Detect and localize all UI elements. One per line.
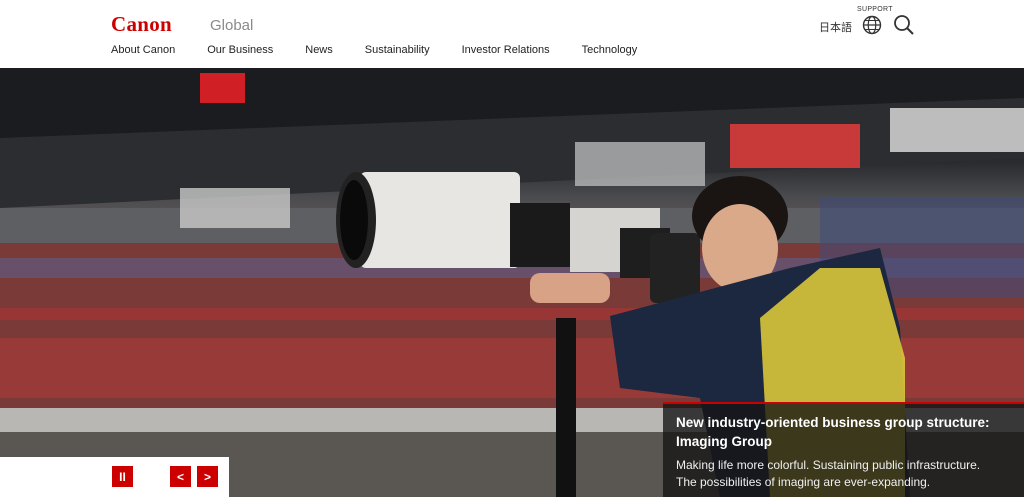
next-slide-button[interactable]: > bbox=[197, 466, 218, 487]
canon-logo[interactable]: Canon bbox=[111, 12, 172, 37]
prev-slide-button[interactable]: < bbox=[170, 466, 191, 487]
main-nav: About Canon Our Business News Sustainabi… bbox=[111, 44, 669, 56]
nav-technology[interactable]: Technology bbox=[582, 44, 638, 56]
nav-news[interactable]: News bbox=[305, 44, 333, 56]
hero-banner[interactable]: New industry-oriented business group str… bbox=[0, 68, 1024, 497]
pause-button[interactable]: II bbox=[112, 466, 133, 487]
nav-our-business[interactable]: Our Business bbox=[207, 44, 273, 56]
search-icon[interactable] bbox=[893, 14, 915, 36]
chevron-right-icon: > bbox=[203, 469, 211, 484]
globe-icon[interactable] bbox=[862, 15, 882, 35]
carousel-controls: II < > bbox=[0, 457, 229, 497]
hero-subtitle: Making life more colorful. Sustaining pu… bbox=[676, 457, 1012, 491]
hero-caption-panel[interactable]: New industry-oriented business group str… bbox=[663, 402, 1024, 497]
hero-title-line2: Imaging Group bbox=[676, 434, 772, 449]
nav-investor-relations[interactable]: Investor Relations bbox=[462, 44, 550, 56]
hero-subtitle-line1: Making life more colorful. Sustaining pu… bbox=[676, 458, 981, 472]
language-switch[interactable]: 日本語 bbox=[819, 19, 852, 35]
nav-sustainability[interactable]: Sustainability bbox=[365, 44, 430, 56]
region-label[interactable]: Global bbox=[210, 17, 253, 34]
pause-icon: II bbox=[119, 469, 126, 484]
nav-about-canon[interactable]: About Canon bbox=[111, 44, 175, 56]
hero-subtitle-line2: The possibilities of imaging are ever-ex… bbox=[676, 475, 931, 489]
hero-title-line1: New industry-oriented business group str… bbox=[676, 415, 990, 430]
support-label: SUPPORT bbox=[857, 6, 893, 13]
chevron-left-icon: < bbox=[176, 469, 184, 484]
site-header: Canon Global About Canon Our Business Ne… bbox=[0, 0, 1024, 68]
